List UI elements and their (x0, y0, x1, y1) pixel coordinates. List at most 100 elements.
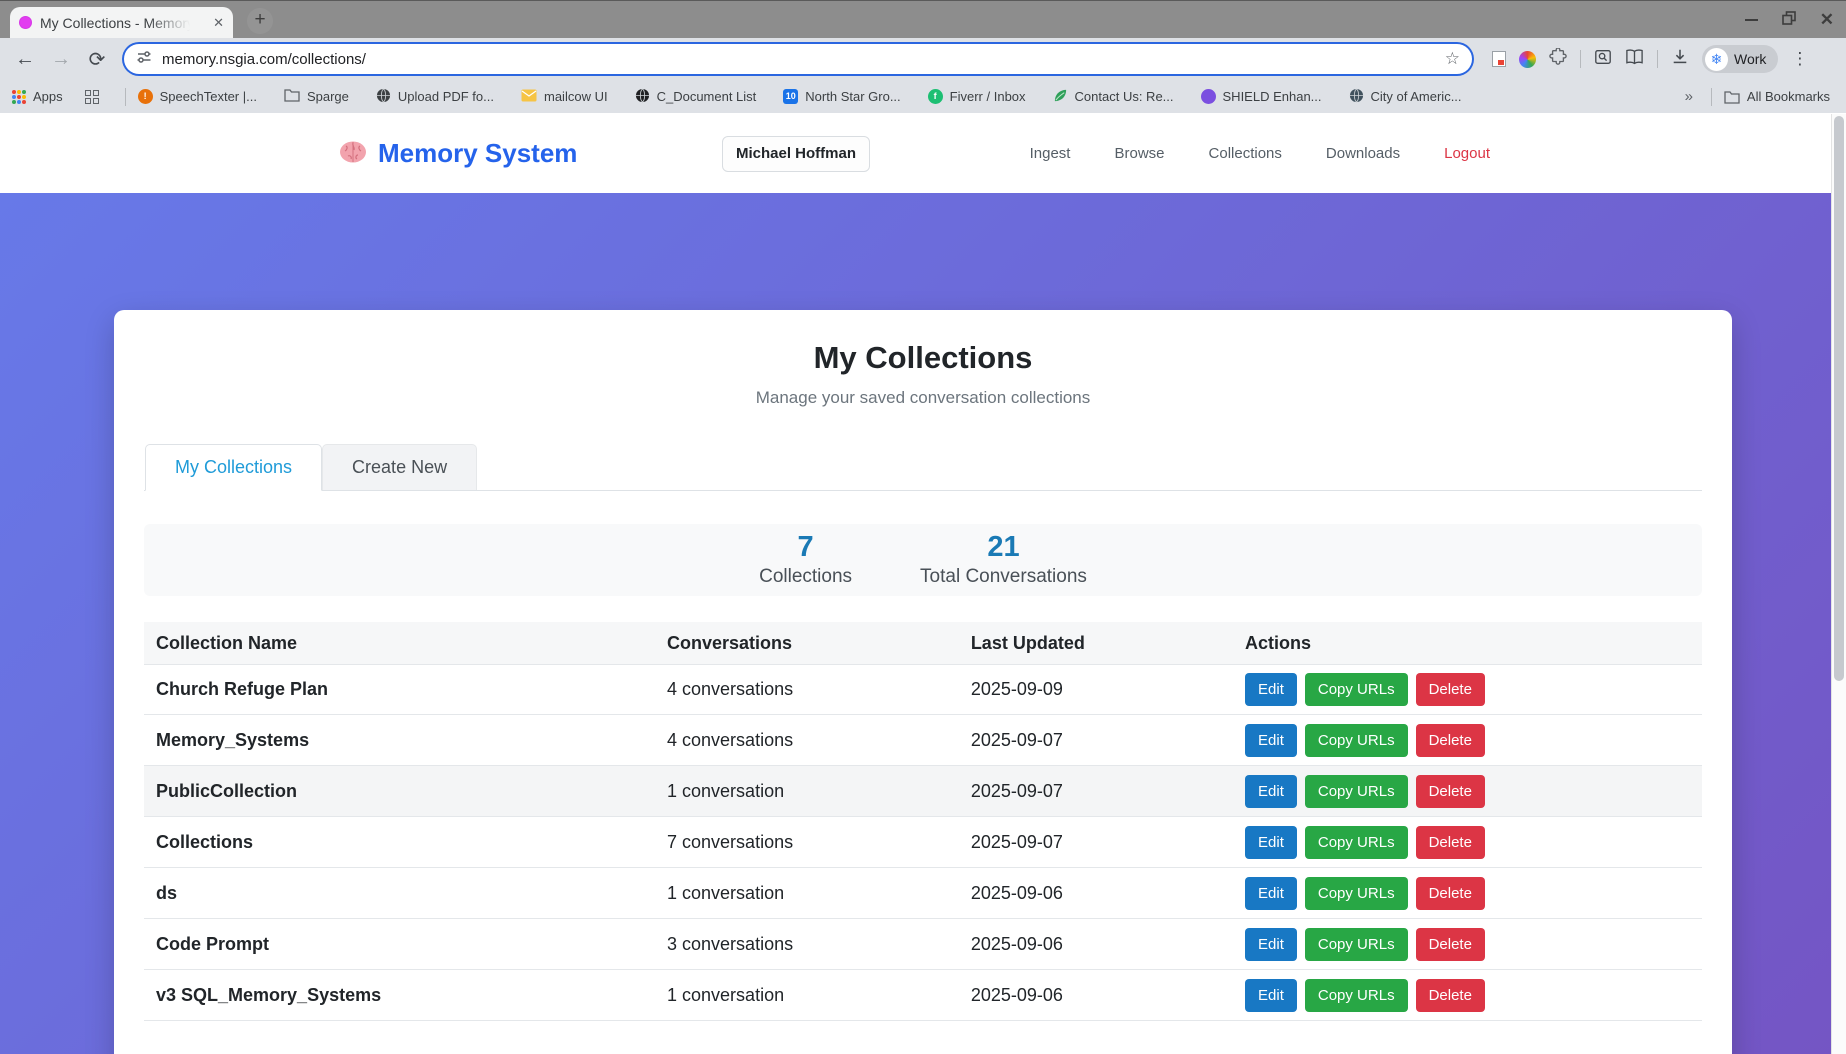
restore-icon[interactable] (1781, 10, 1796, 30)
bookmark-star-icon[interactable]: ☆ (1445, 49, 1460, 69)
column-header: Conversations (667, 632, 793, 653)
bookmarks-overflow-icon[interactable]: » (1685, 88, 1693, 105)
user-button[interactable]: Michael Hoffman (722, 136, 870, 172)
site-settings-icon[interactable] (136, 49, 152, 70)
extensions-puzzle-icon[interactable] (1549, 46, 1567, 71)
tab-my-collections[interactable]: My Collections (145, 444, 323, 491)
tab-strip: My Collections - Memory ✕ + ✕ (0, 0, 1846, 38)
table-row: PublicCollection 1 conversation 2025-09-07… (144, 766, 1702, 817)
bookmark-label: mailcow UI (544, 89, 608, 104)
bookmark-item[interactable]: Sparge (284, 88, 349, 105)
all-bookmarks-button[interactable]: All Bookmarks (1724, 89, 1830, 104)
site-logo[interactable]: Memory System (338, 113, 577, 193)
globe-icon (376, 88, 391, 106)
del-button[interactable]: Delete (1415, 876, 1485, 910)
toolbar-divider (1580, 50, 1581, 68)
bookmark-item[interactable]: mailcow UI (521, 89, 608, 105)
browser-menu-icon[interactable]: ⋮ (1791, 49, 1808, 69)
nav-link-logout[interactable]: Logout (1444, 145, 1490, 162)
conversation-count: 1 conversation (667, 984, 785, 1005)
edit-button[interactable]: Edit (1245, 825, 1297, 859)
bookmark-item[interactable]: SHIELD Enhan... (1200, 89, 1322, 104)
scrollbar-thumb[interactable] (1834, 116, 1844, 681)
last-updated: 2025-09-09 (970, 679, 1063, 699)
folder-icon (1724, 90, 1740, 104)
stat-label: Total Conversations (920, 565, 1087, 587)
last-updated: 2025-09-07 (970, 780, 1063, 801)
new-tab-button[interactable]: + (247, 8, 273, 34)
row-actions: Edit Copy URLs Delete (1233, 774, 1702, 808)
bookmark-label: SHIELD Enhan... (1222, 89, 1322, 104)
edit-button[interactable]: Edit (1245, 876, 1297, 910)
edit-button[interactable]: Edit (1245, 978, 1297, 1012)
copy-button[interactable]: Copy URLs (1304, 723, 1408, 757)
del-button[interactable]: Delete (1415, 825, 1485, 859)
tab-create-new[interactable]: Create New (322, 444, 478, 490)
apps-label[interactable]: Apps (33, 89, 63, 104)
collection-name: Church Refuge Plan (156, 679, 329, 699)
conversation-count: 7 conversations (667, 831, 794, 852)
del-button[interactable]: Delete (1415, 927, 1485, 961)
del-button[interactable]: Delete (1415, 774, 1485, 808)
conversation-count: 4 conversations (667, 729, 794, 750)
copy-button[interactable]: Copy URLs (1304, 673, 1408, 706)
bookmark-item[interactable]: f Fiverr / Inbox (927, 89, 1026, 104)
copy-button[interactable]: Copy URLs (1304, 825, 1408, 859)
extension-page-icon[interactable] (1492, 51, 1506, 67)
del-button[interactable]: Delete (1415, 978, 1485, 1012)
downloads-icon[interactable] (1671, 48, 1689, 71)
copy-button[interactable]: Copy URLs (1304, 978, 1408, 1012)
leaf-icon (1053, 88, 1068, 106)
browser-tab[interactable]: My Collections - Memory ✕ (10, 7, 233, 38)
search-lens-icon[interactable] (1594, 48, 1612, 71)
bookmark-item[interactable]: Upload PDF fo... (376, 88, 494, 106)
profile-button[interactable]: ❄ Work (1702, 45, 1779, 73)
url-text[interactable]: memory.nsgia.com/collections/ (162, 51, 366, 68)
copy-button[interactable]: Copy URLs (1304, 927, 1408, 961)
color-wheel-extension-icon[interactable] (1519, 50, 1536, 68)
last-updated: 2025-09-07 (970, 831, 1063, 852)
bookmark-label: Fiverr / Inbox (949, 89, 1026, 104)
del-button[interactable]: Delete (1415, 723, 1485, 757)
edit-button[interactable]: Edit (1245, 673, 1297, 706)
mail-icon (521, 89, 537, 105)
nav-link-browse[interactable]: Browse (1114, 145, 1164, 162)
nav-link-collections[interactable]: Collections (1209, 145, 1282, 162)
url-bar[interactable]: memory.nsgia.com/collections/ ☆ (124, 44, 1472, 74)
edit-button[interactable]: Edit (1245, 723, 1297, 757)
bookmark-item[interactable]: C_Document List (635, 88, 756, 106)
minimize-icon[interactable] (1744, 19, 1758, 21)
row-actions: Edit Copy URLs Delete (1233, 825, 1702, 859)
bookmark-item[interactable]: Contact Us: Re... (1053, 88, 1174, 106)
bookmark-item[interactable]: City of Americ... (1349, 88, 1462, 106)
back-icon[interactable]: ← (12, 48, 38, 71)
copy-button[interactable]: Copy URLs (1304, 774, 1408, 808)
bookmarks-divider (1710, 87, 1712, 106)
browser-toolbar: ← → ⟳ memory.nsgia.com/collections/ ☆ ❄ … (0, 38, 1846, 80)
collection-name: Memory_Systems (156, 729, 310, 750)
nav-link-ingest[interactable]: Ingest (1030, 145, 1071, 162)
conversation-count: 4 conversations (667, 679, 794, 699)
tab-groups-icon[interactable] (84, 89, 99, 104)
del-button[interactable]: Delete (1415, 673, 1485, 706)
profile-name: Work (1734, 51, 1767, 67)
reload-icon[interactable]: ⟳ (84, 47, 110, 72)
close-window-icon[interactable]: ✕ (1820, 10, 1834, 30)
tab-close-icon[interactable]: ✕ (213, 15, 224, 31)
page-title: My Collections (813, 340, 1033, 375)
nav-link-downloads[interactable]: Downloads (1326, 145, 1400, 162)
reading-list-icon[interactable] (1625, 48, 1644, 71)
bookmark-item[interactable]: ! SpeechTexter |... (137, 89, 257, 104)
page-scrollbar[interactable] (1831, 114, 1846, 1054)
last-updated: 2025-09-06 (970, 984, 1063, 1005)
copy-button[interactable]: Copy URLs (1304, 876, 1408, 910)
edit-button[interactable]: Edit (1245, 774, 1297, 808)
table-row: Collections 7 conversations 2025-09-07 Edit… (144, 817, 1702, 868)
main-nav: Ingest Browse Collections Downloads Logout (1030, 113, 1490, 193)
edit-button[interactable]: Edit (1245, 927, 1297, 961)
apps-grid-icon[interactable] (12, 89, 26, 104)
bookmark-item[interactable]: 10 North Star Gro... (783, 89, 901, 104)
last-updated: 2025-09-06 (970, 882, 1063, 903)
stat-label: Collections (759, 565, 853, 587)
forward-icon[interactable]: → (48, 48, 74, 71)
